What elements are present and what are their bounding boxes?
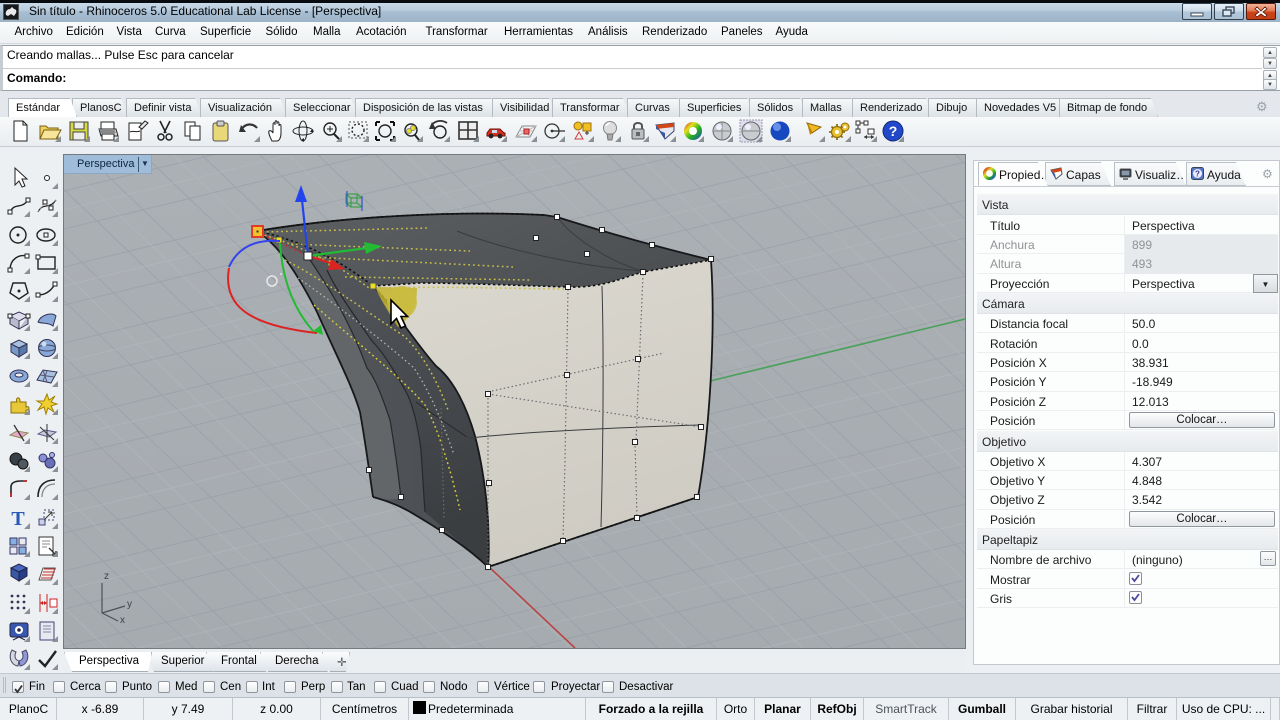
svg-text:z: z bbox=[104, 571, 109, 582]
svg-text:?: ? bbox=[1195, 170, 1200, 179]
svg-text:T: T bbox=[11, 508, 25, 530]
svg-text:y: y bbox=[127, 599, 132, 610]
svg-text:x: x bbox=[120, 615, 125, 626]
svg-text:?: ? bbox=[889, 123, 898, 139]
